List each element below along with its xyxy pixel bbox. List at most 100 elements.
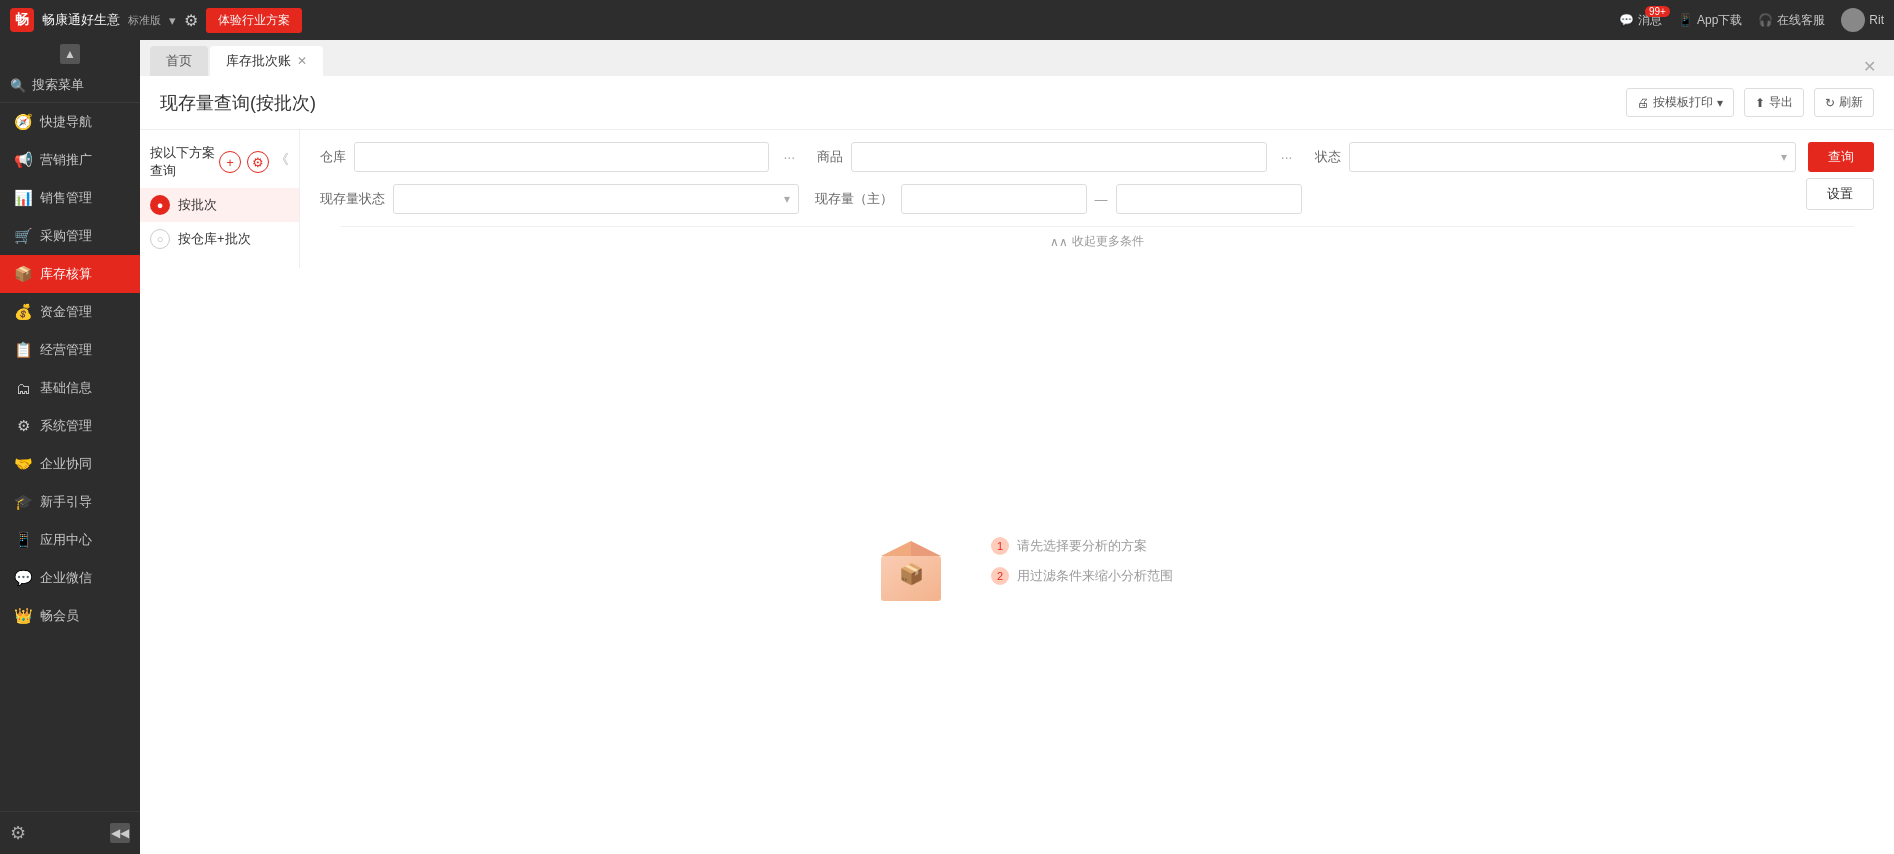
online-service-item[interactable]: 🎧 在线客服: [1758, 12, 1825, 29]
sidebar-scroll-up[interactable]: ▲: [60, 44, 80, 64]
sidebar-item-label: 快捷导航: [40, 113, 92, 131]
sidebar-item-label: 系统管理: [40, 417, 92, 435]
tab-close-all: ✕: [1855, 57, 1884, 76]
newbie-icon: 🎓: [14, 493, 32, 511]
sidebar-item-newbie[interactable]: 🎓 新手引导: [0, 483, 140, 521]
export-btn[interactable]: ⬆ 导出: [1744, 88, 1804, 117]
filter-settings-btn[interactable]: 设置: [1806, 178, 1874, 210]
dropdown-icon[interactable]: ▾: [169, 13, 176, 28]
filter-panel: 按以下方案查询 + ⚙ 《 ● 按批次 ○ 按仓库+批次: [140, 130, 1894, 268]
scheme-settings-btn[interactable]: ⚙: [247, 151, 269, 173]
app-logo: 畅: [10, 8, 34, 32]
marketing-icon: 📢: [14, 151, 32, 169]
experience-btn[interactable]: 体验行业方案: [206, 8, 302, 33]
stock-status-dropdown-icon: ▾: [784, 192, 790, 206]
svg-marker-2: [911, 541, 941, 556]
stock-qty-to-input[interactable]: [1116, 184, 1302, 214]
close-all-icon[interactable]: ✕: [1855, 57, 1884, 76]
refresh-btn[interactable]: ↻ 刷新: [1814, 88, 1874, 117]
tab-close-icon[interactable]: ✕: [297, 54, 307, 68]
warehouse-more-btn[interactable]: ···: [777, 145, 801, 169]
page-content: 现存量查询(按批次) 🖨 按模板打印 ▾ ⬆ 导出 ↻ 刷新: [140, 76, 1894, 854]
header-left: 畅 畅康通好生意 标准版 ▾ ⚙ 体验行业方案: [10, 8, 302, 33]
add-scheme-btn[interactable]: +: [219, 151, 241, 173]
quick-nav-icon: 🧭: [14, 113, 32, 131]
scheme-header-icons: + ⚙ 《: [219, 151, 289, 173]
sidebar-item-sales[interactable]: 📊 销售管理: [0, 179, 140, 217]
product-more-btn[interactable]: ···: [1275, 145, 1299, 169]
stock-status-select[interactable]: ▾: [393, 184, 799, 214]
user-name: Rit: [1869, 13, 1884, 27]
query-btn[interactable]: 查询: [1808, 142, 1874, 172]
sidebar-item-operation[interactable]: 📋 经营管理: [0, 331, 140, 369]
sidebar-item-enterprise[interactable]: 🤝 企业协同: [0, 445, 140, 483]
refresh-icon: ↻: [1825, 96, 1835, 110]
filter-group-warehouse: 仓库 ···: [320, 142, 801, 172]
sidebar-item-inventory[interactable]: 📦 库存核算: [0, 255, 140, 293]
svg-marker-1: [881, 541, 911, 556]
collapse-scheme-btn[interactable]: 《: [275, 151, 289, 173]
status-label: 状态: [1315, 148, 1341, 166]
empty-tip-1: 1 请先选择要分析的方案: [991, 537, 1173, 555]
app-download-item[interactable]: 📱 App下载: [1678, 12, 1742, 29]
sidebar-item-label: 库存核算: [40, 265, 92, 283]
wechat-icon: 💬: [14, 569, 32, 587]
status-dropdown-icon: ▾: [1781, 150, 1787, 164]
scheme-title: 按以下方案查询: [150, 144, 219, 180]
system-icon: ⚙: [14, 417, 32, 435]
sidebar-item-label: 采购管理: [40, 227, 92, 245]
app-download-label: App下载: [1697, 12, 1742, 29]
product-input[interactable]: [851, 142, 1266, 172]
page-actions: 🖨 按模板打印 ▾ ⬆ 导出 ↻ 刷新: [1626, 88, 1874, 117]
tip-2-text: 用过滤条件来缩小分析范围: [1017, 567, 1173, 585]
sidebar-item-label: 销售管理: [40, 189, 92, 207]
filter-main-fields: 仓库 ··· 商品 ··· 状态: [320, 142, 1796, 226]
sidebar-item-marketing[interactable]: 📢 营销推广: [0, 141, 140, 179]
collapse-more-label: 收起更多条件: [1072, 233, 1144, 250]
sidebar-item-member[interactable]: 👑 畅会员: [0, 597, 140, 635]
sidebar-item-system[interactable]: ⚙ 系统管理: [0, 407, 140, 445]
print-btn[interactable]: 🖨 按模板打印 ▾: [1626, 88, 1734, 117]
finance-icon: 💰: [14, 303, 32, 321]
collapse-more-btn[interactable]: ∧∧ 收起更多条件: [340, 226, 1854, 256]
sidebar-item-basic[interactable]: 🗂 基础信息: [0, 369, 140, 407]
tab-home[interactable]: 首页: [150, 46, 208, 76]
scheme-by-batch-label: 按批次: [178, 196, 217, 214]
sidebar-scroll-down[interactable]: ◀◀: [110, 823, 130, 843]
basic-icon: 🗂: [14, 379, 32, 397]
tab-inventory-batch[interactable]: 库存批次账 ✕: [210, 46, 323, 76]
scheme-by-warehouse-batch[interactable]: ○ 按仓库+批次: [140, 222, 299, 256]
page-header: 现存量查询(按批次) 🖨 按模板打印 ▾ ⬆ 导出 ↻ 刷新: [140, 76, 1894, 130]
sidebar-item-label: 资金管理: [40, 303, 92, 321]
warehouse-label: 仓库: [320, 148, 346, 166]
warehouse-input[interactable]: [354, 142, 769, 172]
scheme-by-batch[interactable]: ● 按批次: [140, 188, 299, 222]
filter-group-product: 商品 ···: [817, 142, 1298, 172]
tab-inventory-batch-label: 库存批次账: [226, 52, 291, 70]
status-select[interactable]: ▾: [1349, 142, 1796, 172]
tip-num-2: 2: [991, 567, 1009, 585]
stock-qty-from-input[interactable]: [901, 184, 1087, 214]
range-separator: —: [1095, 192, 1108, 207]
svg-text:📦: 📦: [899, 562, 924, 586]
empty-state-content: 📦 1 请先选择要分析的方案 2 用过滤条件来缩小分析范围: [861, 511, 1173, 611]
sidebar-item-label: 新手引导: [40, 493, 92, 511]
message-icon: 💬: [1619, 13, 1634, 27]
empty-state: 📦 1 请先选择要分析的方案 2 用过滤条件来缩小分析范围: [140, 268, 1894, 854]
sidebar-item-quick-nav[interactable]: 🧭 快捷导航: [0, 103, 140, 141]
sidebar-item-finance[interactable]: 💰 资金管理: [0, 293, 140, 331]
product-label: 商品: [817, 148, 843, 166]
page-title: 现存量查询(按批次): [160, 91, 316, 115]
messages-item[interactable]: 💬 消息 99+: [1619, 12, 1662, 29]
sidebar-item-wechat[interactable]: 💬 企业微信: [0, 559, 140, 597]
sidebar-settings-icon[interactable]: ⚙: [10, 822, 26, 844]
app-center-icon: 📱: [14, 531, 32, 549]
sidebar-item-purchase[interactable]: 🛒 采购管理: [0, 217, 140, 255]
header-settings-icon[interactable]: ⚙: [184, 11, 198, 30]
empty-tip-2: 2 用过滤条件来缩小分析范围: [991, 567, 1173, 585]
sidebar-item-app-center[interactable]: 📱 应用中心: [0, 521, 140, 559]
sidebar-item-label: 经营管理: [40, 341, 92, 359]
user-avatar-item[interactable]: Rit: [1841, 8, 1884, 32]
member-icon: 👑: [14, 607, 32, 625]
sidebar-search[interactable]: 🔍 搜索菜单: [0, 68, 140, 103]
